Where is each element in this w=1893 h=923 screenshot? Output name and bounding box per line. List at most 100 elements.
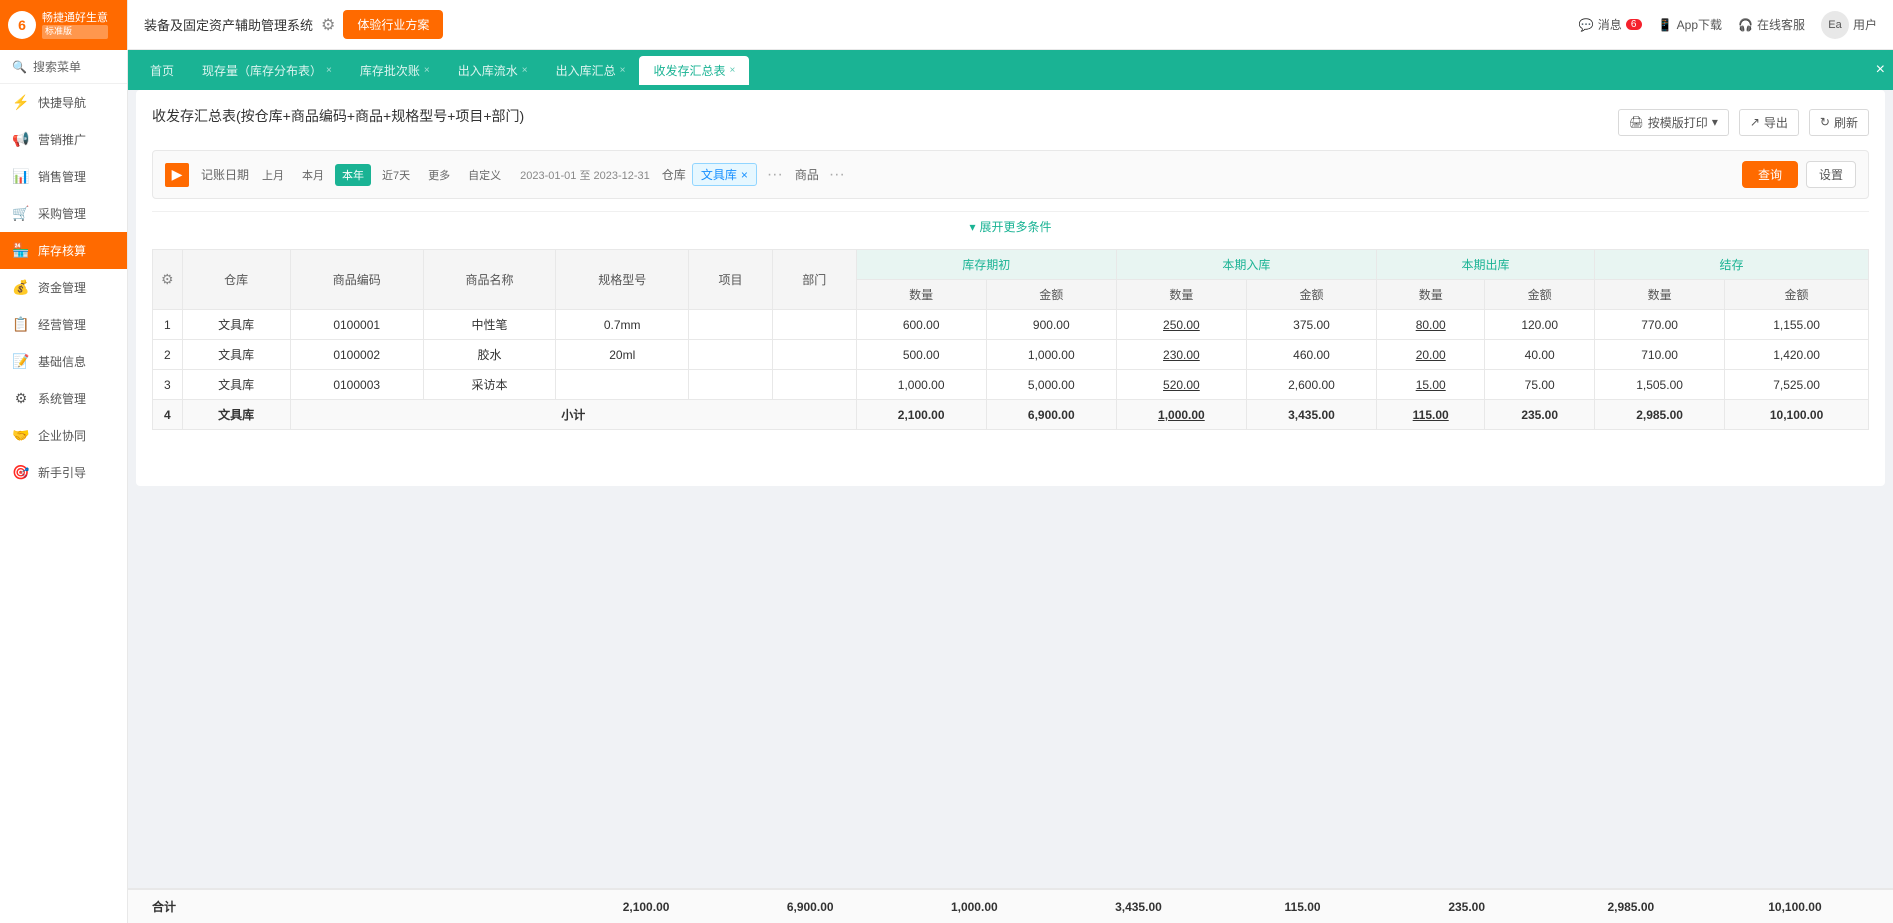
cell-out-qty[interactable]: 80.00 (1377, 310, 1485, 340)
filter-settings-btn[interactable]: 设置 (1806, 161, 1856, 188)
date-btn-more[interactable]: 更多 (421, 164, 457, 186)
warehouse-more-btn[interactable]: ··· (767, 166, 783, 184)
tab-receive-send[interactable]: 收发存汇总表 × (639, 56, 749, 85)
th-goods-code: 商品编码 (290, 250, 423, 310)
cell-index: 3 (153, 370, 183, 400)
th-department: 部门 (772, 250, 856, 310)
avatar: Ea (1821, 11, 1849, 39)
sidebar-item-finance[interactable]: 💰 资金管理 (0, 269, 127, 306)
topbar-settings-icon[interactable]: ⚙ (321, 15, 335, 35)
sidebar-item-sales[interactable]: 📊 销售管理 (0, 158, 127, 195)
tab-home[interactable]: 首页 (136, 56, 188, 85)
sidebar-search[interactable]: 🔍 搜索菜单 (0, 50, 127, 84)
search-icon: 🔍 (12, 60, 27, 74)
main-content: 收发存汇总表(按仓库+商品编码+商品+规格型号+项目+部门) 🖨 按模版打印 ▾… (128, 90, 1893, 923)
subtotal-out-qty[interactable]: 115.00 (1377, 400, 1485, 430)
cell-project (689, 340, 773, 370)
cell-goods-name: 中性笔 (423, 310, 556, 340)
cell-warehouse: 文具库 (182, 310, 290, 340)
cell-department (772, 310, 856, 340)
online-service-item[interactable]: 🎧 在线客服 (1738, 16, 1805, 33)
th-goods-name: 商品名称 (423, 250, 556, 310)
col-settings-icon[interactable]: ⚙ (161, 271, 174, 287)
app-download-item[interactable]: 📱 App下载 (1658, 16, 1722, 33)
th-opening: 库存期初 (856, 250, 1116, 280)
filter-toggle-btn[interactable]: ▶ (165, 163, 189, 187)
trial-btn[interactable]: 体验行业方案 (343, 10, 443, 39)
tab-close-receive-send[interactable]: × (729, 65, 735, 76)
purchase-icon: 🛒 (12, 205, 30, 222)
subtotal-in-qty[interactable]: 1,000.00 (1116, 400, 1246, 430)
date-btn-this-month[interactable]: 本月 (295, 164, 331, 186)
date-btn-this-year[interactable]: 本年 (335, 164, 371, 186)
cell-goods-spec (556, 370, 689, 400)
sidebar-item-purchase[interactable]: 🛒 采购管理 (0, 195, 127, 232)
topbar: 装备及固定资产辅助管理系统 ⚙ 体验行业方案 💬 消息 6 📱 App下载 🎧 … (128, 0, 1893, 50)
sidebar: 6 畅捷通好生意 标准版 🔍 搜索菜单 ⚡ 快捷导航 📢 营销推广 📊 销售管理… (0, 0, 128, 923)
sidebar-item-quick-nav[interactable]: ⚡ 快捷导航 (0, 84, 127, 121)
export-btn[interactable]: ↗ 导出 (1739, 109, 1799, 136)
system-icon: ⚙ (12, 390, 30, 407)
sidebar-item-marketing[interactable]: 📢 营销推广 (0, 121, 127, 158)
data-table: ⚙ 仓库 商品编码 商品名称 规格型号 项目 部门 库存期初 本期入库 本期出库… (152, 249, 1869, 430)
print-btn[interactable]: 🖨 按模版打印 ▾ (1618, 109, 1729, 136)
refresh-btn[interactable]: ↻ 刷新 (1809, 109, 1869, 136)
table-footer: 合计 2,100.00 6,900.00 1,000.00 3,435.00 1… (128, 888, 1893, 923)
goods-more-btn[interactable]: ··· (829, 166, 845, 184)
message-item[interactable]: 💬 消息 6 (1579, 16, 1642, 33)
tab-close-inventory-dist[interactable]: × (326, 65, 332, 76)
total-in-qty: 1,000.00 (892, 900, 1056, 914)
close-all-tabs[interactable]: × (1876, 61, 1885, 79)
subtotal-index: 4 (153, 400, 183, 430)
sidebar-item-operations[interactable]: 📋 经营管理 (0, 306, 127, 343)
filter-bar: ▶ 记账日期 上月 本月 本年 近7天 更多 自定义 2023-01-01 至 … (152, 150, 1869, 199)
warehouse-tag-close[interactable]: × (741, 168, 748, 182)
user-item[interactable]: Ea 用户 (1821, 11, 1877, 39)
tab-close-batch-ledger[interactable]: × (424, 65, 430, 76)
tab-in-out-summary[interactable]: 出入库汇总 × (542, 56, 640, 85)
cell-department (772, 370, 856, 400)
cell-opening-qty: 1,000.00 (856, 370, 986, 400)
cell-goods-code: 0100003 (290, 370, 423, 400)
total-opening-qty: 2,100.00 (564, 900, 728, 914)
query-btn[interactable]: 查询 (1742, 161, 1798, 188)
expand-filter-btn[interactable]: ▾ 展开更多条件 (152, 211, 1869, 241)
topbar-left: 装备及固定资产辅助管理系统 ⚙ 体验行业方案 (144, 10, 443, 39)
cell-in-qty[interactable]: 250.00 (1116, 310, 1246, 340)
cell-in-qty[interactable]: 520.00 (1116, 370, 1246, 400)
sidebar-item-enterprise[interactable]: 🤝 企业协同 (0, 417, 127, 454)
total-out-qty: 115.00 (1221, 900, 1385, 914)
tab-batch-ledger[interactable]: 库存批次账 × (346, 56, 444, 85)
quick-nav-icon: ⚡ (12, 94, 30, 111)
date-btn-7days[interactable]: 近7天 (375, 164, 417, 186)
tab-in-out-flow[interactable]: 出入库流水 × (444, 56, 542, 85)
sidebar-item-newbie[interactable]: 🎯 新手引导 (0, 454, 127, 491)
cell-in-qty[interactable]: 230.00 (1116, 340, 1246, 370)
cell-closing-amt: 7,525.00 (1725, 370, 1869, 400)
subtotal-in-amt: 3,435.00 (1246, 400, 1376, 430)
subtotal-out-amt: 235.00 (1485, 400, 1595, 430)
page-title: 收发存汇总表(按仓库+商品编码+商品+规格型号+项目+部门) (152, 106, 524, 126)
cell-goods-name: 胶水 (423, 340, 556, 370)
subtotal-opening-qty: 2,100.00 (856, 400, 986, 430)
tab-close-in-out-flow[interactable]: × (522, 65, 528, 76)
tab-inventory-dist[interactable]: 现存量（库存分布表） × (188, 56, 346, 85)
sidebar-item-system[interactable]: ⚙ 系统管理 (0, 380, 127, 417)
sidebar-item-basic-info[interactable]: 📝 基础信息 (0, 343, 127, 380)
enterprise-icon: 🤝 (12, 427, 30, 444)
tab-close-in-out-summary[interactable]: × (620, 65, 626, 76)
basic-info-icon: 📝 (12, 353, 30, 370)
printer-icon: 🖨 (1629, 115, 1644, 129)
th-in-amt: 金额 (1246, 280, 1376, 310)
date-btn-custom[interactable]: 自定义 (461, 164, 508, 186)
sidebar-item-inventory[interactable]: 🏪 库存核算 (0, 232, 127, 269)
table-settings-col: ⚙ (153, 250, 183, 310)
newbie-icon: 🎯 (12, 464, 30, 481)
date-btn-last-month[interactable]: 上月 (255, 164, 291, 186)
cell-out-qty[interactable]: 20.00 (1377, 340, 1485, 370)
subtotal-warehouse: 文具库 (182, 400, 290, 430)
cell-project (689, 370, 773, 400)
cell-out-qty[interactable]: 15.00 (1377, 370, 1485, 400)
headset-icon: 🎧 (1738, 18, 1753, 32)
warehouse-label: 仓库 (662, 166, 686, 183)
